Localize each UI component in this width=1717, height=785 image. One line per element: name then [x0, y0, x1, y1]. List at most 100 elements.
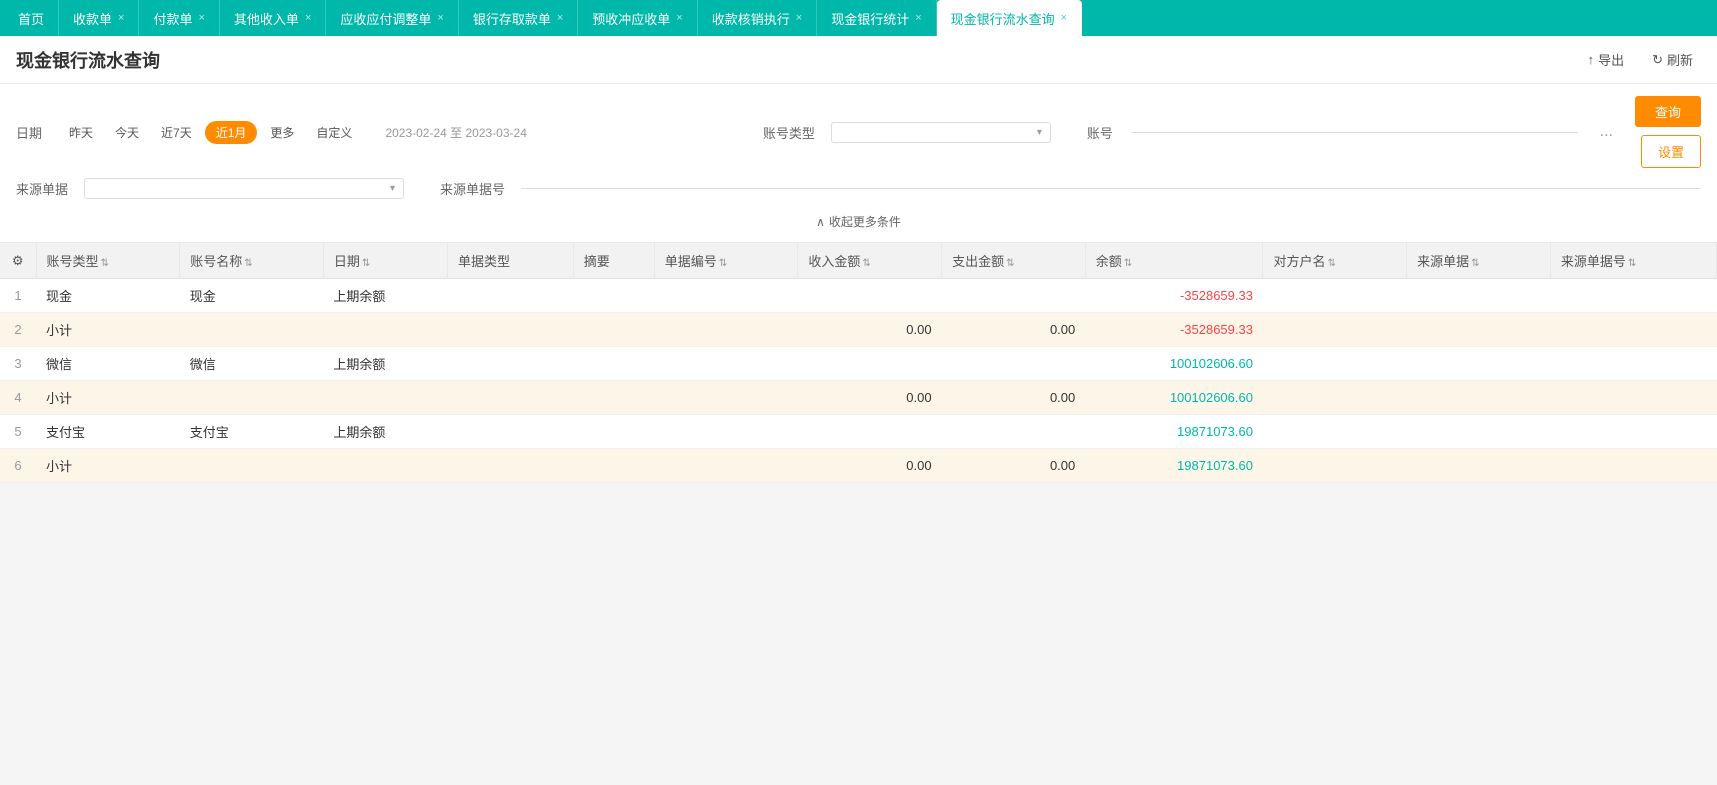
close-icon[interactable]: × — [557, 12, 563, 24]
cell-income — [798, 279, 942, 313]
date-btn-1month[interactable]: 近1月 — [205, 121, 258, 144]
cell-date: 上期余额 — [323, 415, 447, 449]
source-doc-select[interactable]: ▾ — [84, 178, 404, 199]
query-button[interactable]: 查询 — [1635, 96, 1701, 127]
column-expense[interactable]: 支出金额⇅ — [942, 243, 1086, 279]
page-header: 现金银行流水查询 ↑ 导出 ↻ 刷新 — [0, 36, 1717, 84]
nav-cash-bank-stats[interactable]: 现金银行统计 × — [817, 0, 936, 36]
row-number: 1 — [0, 279, 36, 313]
cell-account-name — [180, 313, 324, 347]
column-doc-no[interactable]: 单据编号⇅ — [654, 243, 798, 279]
column-gear[interactable]: ⚙ — [0, 243, 36, 279]
close-icon[interactable]: × — [915, 12, 921, 24]
collapse-bar[interactable]: ∧ 收起更多条件 — [16, 209, 1701, 234]
cell-source-doc — [1407, 381, 1551, 415]
cell-date — [323, 381, 447, 415]
close-icon[interactable]: × — [305, 12, 311, 24]
cell-income — [798, 415, 942, 449]
row-number: 3 — [0, 347, 36, 381]
cell-account-name: 支付宝 — [180, 415, 324, 449]
cell-balance: 100102606.60 — [1085, 347, 1263, 381]
cell-source-doc-no — [1550, 347, 1716, 381]
cell-counterpart — [1263, 415, 1407, 449]
cell-expense: 0.00 — [942, 449, 1086, 483]
cell-summary — [573, 347, 654, 381]
date-btn-yesterday[interactable]: 昨天 — [60, 121, 102, 144]
cell-account-type: 现金 — [36, 279, 180, 313]
row-number: 5 — [0, 415, 36, 449]
nav-cash-bank-flow[interactable]: 现金银行流水查询 × — [937, 0, 1082, 36]
column-income[interactable]: 收入金额⇅ — [798, 243, 942, 279]
cell-account-name — [180, 449, 324, 483]
close-icon[interactable]: × — [437, 12, 443, 24]
nav-payment[interactable]: 付款单 × — [139, 0, 219, 36]
close-icon[interactable]: × — [796, 12, 802, 24]
cell-counterpart — [1263, 279, 1407, 313]
nav-receipt-verify[interactable]: 收款核销执行 × — [698, 0, 817, 36]
cell-account-name: 微信 — [180, 347, 324, 381]
close-icon[interactable]: × — [198, 12, 204, 24]
row-number: 2 — [0, 313, 36, 347]
nav-receipt[interactable]: 收款单 × — [59, 0, 139, 36]
column-counterpart[interactable]: 对方户名⇅ — [1263, 243, 1407, 279]
refresh-button[interactable]: ↻ 刷新 — [1644, 46, 1701, 73]
cell-source-doc-no — [1550, 415, 1716, 449]
column-source-doc-no[interactable]: 来源单据号⇅ — [1550, 243, 1716, 279]
cell-summary — [573, 381, 654, 415]
sort-icon: ⇅ — [244, 258, 252, 269]
date-btn-more[interactable]: 更多 — [261, 121, 303, 144]
account-type-select[interactable]: ▾ — [831, 122, 1051, 143]
nav-advance-receipt[interactable]: 预收冲应收单 × — [578, 0, 697, 36]
cell-doc-type — [447, 279, 573, 313]
row-number: 6 — [0, 449, 36, 483]
column-balance[interactable]: 余额⇅ — [1085, 243, 1263, 279]
cell-source-doc — [1407, 415, 1551, 449]
cell-doc-no — [654, 381, 798, 415]
cell-source-doc — [1407, 279, 1551, 313]
data-table-container: ⚙ 账号类型⇅ 账号名称⇅ 日期⇅ 单据类型 摘要 单据编号⇅ 收入金额⇅ — [0, 243, 1717, 483]
cell-doc-no — [654, 279, 798, 313]
close-icon[interactable]: × — [1061, 12, 1067, 24]
cell-doc-type — [447, 449, 573, 483]
date-btn-today[interactable]: 今天 — [106, 121, 148, 144]
nav-home[interactable]: 首页 — [4, 0, 59, 36]
gear-icon[interactable]: ⚙ — [12, 253, 24, 268]
sort-icon: ⇅ — [362, 258, 370, 269]
export-button[interactable]: ↑ 导出 — [1580, 46, 1633, 73]
cell-balance: 19871073.60 — [1085, 415, 1263, 449]
nav-ar-ap-adjust[interactable]: 应收应付调整单 × — [326, 0, 458, 36]
cell-source-doc-no — [1550, 449, 1716, 483]
nav-other-income[interactable]: 其他收入单 × — [220, 0, 326, 36]
date-btn-7days[interactable]: 近7天 — [152, 121, 201, 144]
cell-counterpart — [1263, 347, 1407, 381]
close-icon[interactable]: × — [118, 12, 124, 24]
table-row: 4 小计 0.00 0.00 100102606.60 — [0, 381, 1717, 415]
cell-counterpart — [1263, 449, 1407, 483]
column-account-name[interactable]: 账号名称⇅ — [180, 243, 324, 279]
cell-date — [323, 449, 447, 483]
nav-bank-deposit[interactable]: 银行存取款单 × — [459, 0, 578, 36]
cell-income: 0.00 — [798, 381, 942, 415]
column-date[interactable]: 日期⇅ — [323, 243, 447, 279]
sort-icon: ⇅ — [719, 258, 727, 269]
cell-source-doc — [1407, 347, 1551, 381]
close-icon[interactable]: × — [676, 12, 682, 24]
cell-doc-type — [447, 415, 573, 449]
sort-icon: ⇅ — [101, 258, 109, 269]
table-row: 6 小计 0.00 0.00 19871073.60 — [0, 449, 1717, 483]
filter-area: 日期 昨天 今天 近7天 近1月 更多 自定义 2023-02-24 至 202… — [0, 84, 1717, 243]
account-dots-button[interactable]: ... — [1594, 119, 1619, 145]
chevron-down-icon: ▾ — [1037, 127, 1042, 138]
page-title: 现金银行流水查询 — [16, 47, 160, 73]
column-source-doc[interactable]: 来源单据⇅ — [1407, 243, 1551, 279]
date-btn-custom[interactable]: 自定义 — [307, 121, 361, 144]
cell-summary — [573, 415, 654, 449]
cell-expense — [942, 347, 1086, 381]
column-account-type[interactable]: 账号类型⇅ — [36, 243, 180, 279]
table-row: 2 小计 0.00 0.00 -3528659.33 — [0, 313, 1717, 347]
settings-button[interactable]: 设置 — [1641, 135, 1701, 168]
cell-date: 上期余额 — [323, 279, 447, 313]
date-range-label: 2023-02-24 至 2023-03-24 — [385, 124, 526, 141]
cell-balance: 100102606.60 — [1085, 381, 1263, 415]
table-row: 1 现金 现金 上期余额 -3528659.33 — [0, 279, 1717, 313]
